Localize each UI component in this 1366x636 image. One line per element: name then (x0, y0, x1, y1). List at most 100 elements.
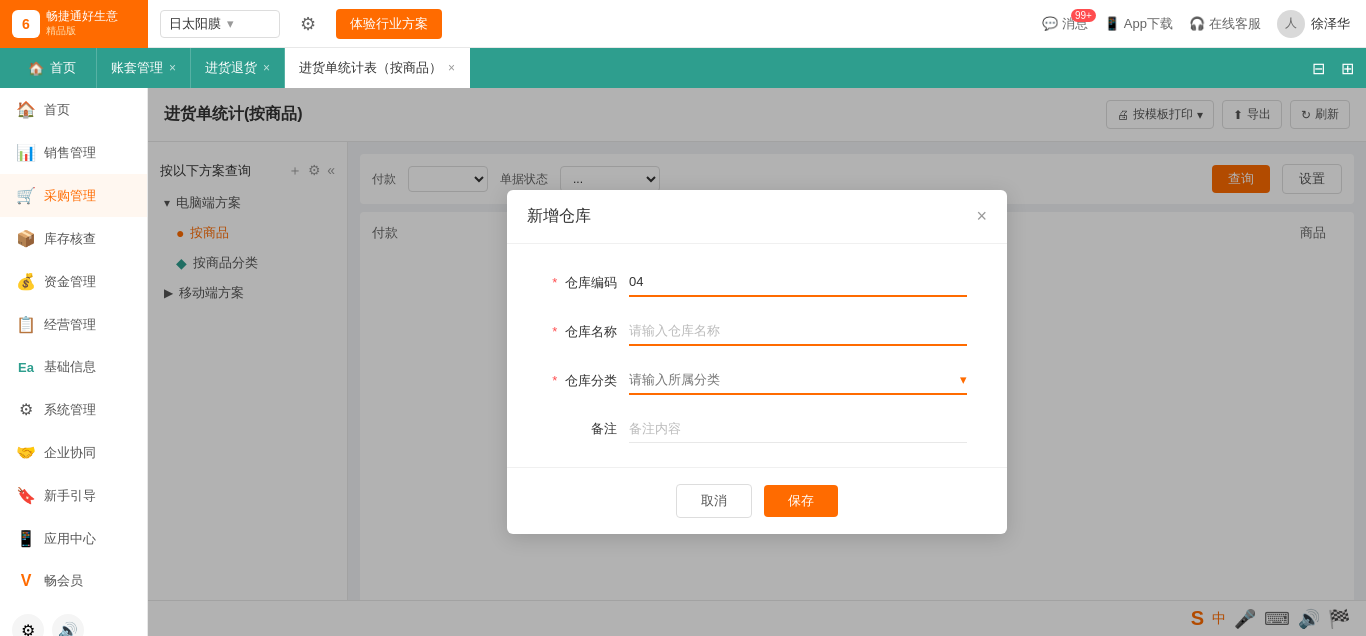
sidebar-item-system-label: 系统管理 (44, 401, 96, 419)
purchase-icon: 🛒 (16, 186, 36, 205)
phone-icon: 📱 (1104, 16, 1120, 31)
warehouse-name-input[interactable] (629, 317, 967, 346)
sidebar-item-sales[interactable]: 📊 销售管理 (0, 131, 147, 174)
cancel-button[interactable]: 取消 (676, 484, 752, 518)
online-service-label: 在线客服 (1209, 15, 1261, 33)
sidebar-item-purchase[interactable]: 🛒 采购管理 (0, 174, 147, 217)
dialog-title: 新增仓库 (527, 206, 591, 227)
main-area: 🏠 首页 📊 销售管理 🛒 采购管理 📦 库存核查 💰 资金管理 📋 经营管理 … (0, 88, 1366, 636)
avatar: 人 (1277, 10, 1305, 38)
guide-icon: 🔖 (16, 486, 36, 505)
sidebar-item-guide[interactable]: 🔖 新手引导 (0, 474, 147, 517)
home-icon: 🏠 (16, 100, 36, 119)
sidebar: 🏠 首页 📊 销售管理 🛒 采购管理 📦 库存核查 💰 资金管理 📋 经营管理 … (0, 88, 148, 636)
sidebar-item-home[interactable]: 🏠 首页 (0, 88, 147, 131)
tab-purchase-return[interactable]: 进货退货 × (191, 48, 285, 88)
required-star-3: * (552, 373, 557, 388)
warehouse-category-input[interactable] (629, 372, 960, 387)
tab-actions: ⊟ ⊞ (1308, 55, 1358, 82)
dialog-footer: 取消 保存 (507, 467, 1007, 534)
warehouse-code-input[interactable] (629, 268, 967, 297)
finance-icon: 💰 (16, 272, 36, 291)
sidebar-bottom: ⚙ 🔊 (0, 602, 147, 636)
sidebar-item-finance[interactable]: 💰 资金管理 (0, 260, 147, 303)
logo-sub: 精品版 (46, 24, 118, 38)
online-service-item[interactable]: 🎧 在线客服 (1189, 15, 1261, 33)
sidebar-item-finance-label: 资金管理 (44, 273, 96, 291)
sidebar-item-system[interactable]: ⚙ 系统管理 (0, 388, 147, 431)
tab-bar: 🏠 首页 账套管理 × 进货退货 × 进货单统计表（按商品） × ⊟ ⊞ (0, 48, 1366, 88)
top-header: 6 畅捷通好生意 精品版 日太阳膜 ▾ ⚙ 体验行业方案 💬 消息 99+ 📱 … (0, 0, 1366, 48)
tab-account[interactable]: 账套管理 × (97, 48, 191, 88)
sidebar-item-apps[interactable]: 📱 应用中心 (0, 517, 147, 560)
dialog: 新增仓库 × * 仓库编码 * (507, 190, 1007, 534)
basic-info-icon: Ea (16, 360, 36, 375)
warehouse-category-select-wrapper: ▾ (629, 366, 967, 395)
tab-home[interactable]: 🏠 首页 (8, 48, 97, 88)
save-button[interactable]: 保存 (764, 485, 838, 517)
vip-icon: V (16, 572, 36, 590)
warehouse-name-row: * 仓库名称 (547, 317, 967, 346)
user-info[interactable]: 人 徐泽华 (1277, 10, 1350, 38)
sidebar-item-enterprise-label: 企业协同 (44, 444, 96, 462)
notes-label: 备注 (547, 420, 617, 438)
apps-icon: 📱 (16, 529, 36, 548)
inventory-icon: 📦 (16, 229, 36, 248)
sidebar-item-operations[interactable]: 📋 经营管理 (0, 303, 147, 346)
tab-home-label: 首页 (50, 59, 76, 77)
logo-text: 畅捷通好生意 (46, 9, 118, 25)
operations-icon: 📋 (16, 315, 36, 334)
tab-purchase-return-label: 进货退货 (205, 59, 257, 77)
sidebar-item-home-label: 首页 (44, 101, 70, 119)
sales-icon: 📊 (16, 143, 36, 162)
warehouse-code-row: * 仓库编码 (547, 268, 967, 297)
headset-icon: 🎧 (1189, 16, 1205, 31)
dialog-overlay[interactable]: 新增仓库 × * 仓库编码 * (148, 88, 1366, 636)
volume-btn[interactable]: 🔊 (52, 614, 84, 636)
sidebar-item-vip[interactable]: V 畅会员 (0, 560, 147, 602)
message-item[interactable]: 💬 消息 99+ (1042, 15, 1088, 33)
warehouse-code-label: * 仓库编码 (547, 274, 617, 292)
app-download-item[interactable]: 📱 App下载 (1104, 15, 1173, 33)
content-area: 进货单统计(按商品) 🖨 按模板打印 ▾ ⬆ 导出 ↻ 刷新 (148, 88, 1366, 636)
tab-purchase-stats-close[interactable]: × (448, 61, 455, 75)
store-selector[interactable]: 日太阳膜 ▾ (160, 10, 280, 38)
sidebar-item-vip-label: 畅会员 (44, 572, 83, 590)
sidebar-item-basic-info[interactable]: Ea 基础信息 (0, 346, 147, 388)
home-icon: 🏠 (28, 61, 44, 76)
sidebar-item-purchase-label: 采购管理 (44, 187, 96, 205)
store-name: 日太阳膜 (169, 15, 221, 33)
enterprise-icon: 🤝 (16, 443, 36, 462)
required-star-2: * (552, 324, 557, 339)
warehouse-name-label: * 仓库名称 (547, 323, 617, 341)
logo-area: 6 畅捷通好生意 精品版 (0, 0, 148, 48)
category-dropdown-icon[interactable]: ▾ (960, 372, 967, 387)
tab-purchase-stats[interactable]: 进货单统计表（按商品） × (285, 48, 470, 88)
notes-row: 备注 (547, 415, 967, 443)
header-right: 💬 消息 99+ 📱 App下载 🎧 在线客服 人 徐泽华 (1042, 10, 1350, 38)
settings-button[interactable]: ⚙ (292, 8, 324, 40)
sidebar-item-inventory[interactable]: 📦 库存核查 (0, 217, 147, 260)
system-icon: ⚙ (16, 400, 36, 419)
sidebar-item-basic-info-label: 基础信息 (44, 358, 96, 376)
tab-expand-icon[interactable]: ⊞ (1337, 55, 1358, 82)
try-industry-button[interactable]: 体验行业方案 (336, 9, 442, 39)
warehouse-category-label: * 仓库分类 (547, 372, 617, 390)
tab-purchase-stats-label: 进货单统计表（按商品） (299, 59, 442, 77)
tab-purchase-return-close[interactable]: × (263, 61, 270, 75)
logo-icon: 6 (12, 10, 40, 38)
required-star: * (552, 275, 557, 290)
dialog-close-icon[interactable]: × (976, 206, 987, 227)
dialog-body: * 仓库编码 * 仓库名称 (507, 244, 1007, 467)
sidebar-item-inventory-label: 库存核查 (44, 230, 96, 248)
sidebar-item-enterprise[interactable]: 🤝 企业协同 (0, 431, 147, 474)
warehouse-category-row: * 仓库分类 ▾ (547, 366, 967, 395)
tab-account-close[interactable]: × (169, 61, 176, 75)
sidebar-item-guide-label: 新手引导 (44, 487, 96, 505)
settings-bottom-btn[interactable]: ⚙ (12, 614, 44, 636)
notes-input[interactable] (629, 415, 967, 443)
sidebar-item-sales-label: 销售管理 (44, 144, 96, 162)
sidebar-item-apps-label: 应用中心 (44, 530, 96, 548)
tab-minimize-icon[interactable]: ⊟ (1308, 55, 1329, 82)
dialog-header: 新增仓库 × (507, 190, 1007, 244)
